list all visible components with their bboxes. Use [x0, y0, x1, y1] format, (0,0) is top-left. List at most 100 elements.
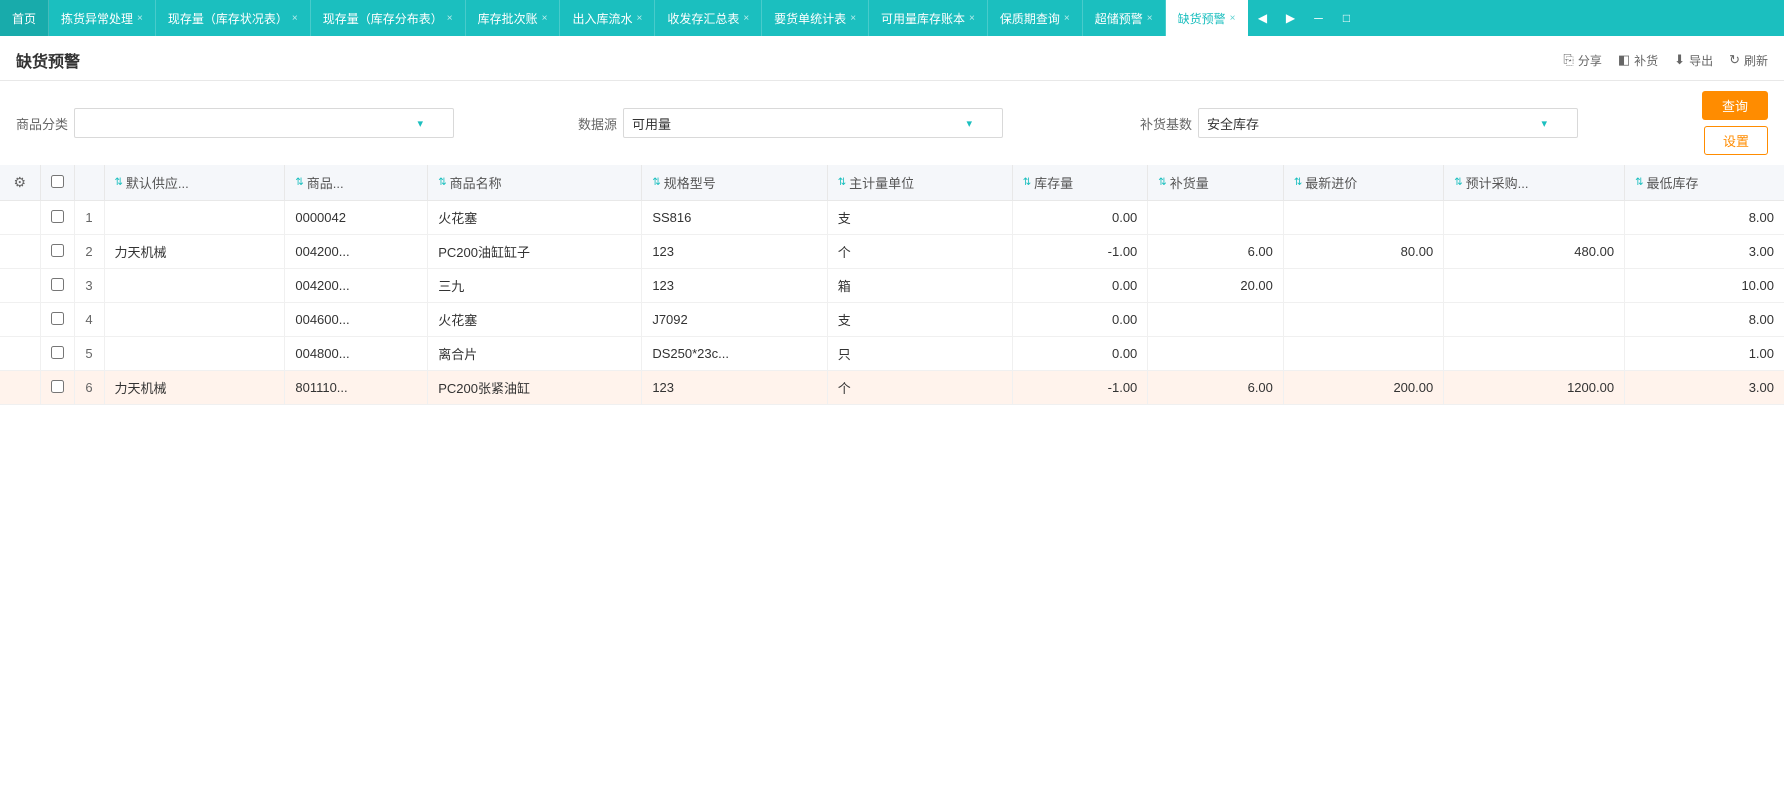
td-replenish [1148, 337, 1284, 371]
td-product-code: 004800... [285, 337, 428, 371]
export-icon: ⬇ [1674, 52, 1685, 68]
td-gear [0, 337, 40, 371]
tab-inout-flow[interactable]: 出入库流水 × [560, 0, 655, 36]
tab-bar: 首页 拣货异常处理 × 现存量（库存状况表） × 现存量（库存分布表） × 库存… [0, 0, 1784, 36]
close-icon[interactable]: × [850, 13, 856, 24]
sort-icon: ⇅ [295, 177, 303, 188]
replenish-button[interactable]: ◧ 补货 [1618, 52, 1658, 69]
td-unit: 支 [827, 303, 1012, 337]
gear-icon[interactable]: ⚙ [13, 174, 26, 190]
tab-minimize-button[interactable]: － [1304, 0, 1332, 36]
share-button[interactable]: ⎘ 分享 [1563, 52, 1601, 69]
datasource-filter: 数据源 可用量 ▾ [578, 108, 1140, 138]
td-latest-price [1283, 201, 1443, 235]
th-stock[interactable]: ⇅ 库存量 [1012, 165, 1148, 201]
td-product-code: 004600... [285, 303, 428, 337]
tab-expiry-query[interactable]: 保质期查询 × [988, 0, 1083, 36]
td-estimated-purchase: 480.00 [1444, 235, 1625, 269]
row-checkbox[interactable] [51, 312, 64, 325]
row-checkbox[interactable] [51, 210, 64, 223]
row-checkbox[interactable] [51, 380, 64, 393]
td-checkbox [40, 235, 74, 269]
td-checkbox [40, 303, 74, 337]
page-header: 缺货预警 ⎘ 分享 ◧ 补货 ⬇ 导出 ↻ 刷新 [0, 36, 1784, 81]
replenish-base-label: 补货基数 [1140, 114, 1192, 133]
close-icon[interactable]: × [447, 13, 453, 24]
close-icon[interactable]: × [969, 13, 975, 24]
tab-next-button[interactable]: ▶ [1276, 0, 1304, 36]
export-button[interactable]: ⬇ 导出 [1674, 52, 1713, 69]
tab-overstock[interactable]: 超储预警 × [1083, 0, 1166, 36]
td-stock: 0.00 [1012, 337, 1148, 371]
td-gear [0, 303, 40, 337]
th-supplier[interactable]: ⇅ 默认供应... [104, 165, 285, 201]
close-icon[interactable]: × [137, 13, 143, 24]
td-min-stock: 3.00 [1625, 371, 1784, 405]
tab-batch[interactable]: 库存批次账 × [466, 0, 561, 36]
close-icon[interactable]: × [292, 13, 298, 24]
replenish-base-select[interactable]: 安全库存 ▾ [1198, 108, 1578, 138]
td-spec: 123 [642, 235, 827, 269]
th-spec[interactable]: ⇅ 规格型号 [642, 165, 827, 201]
close-icon[interactable]: × [542, 13, 548, 24]
main-content: 缺货预警 ⎘ 分享 ◧ 补货 ⬇ 导出 ↻ 刷新 商品分类 [0, 36, 1784, 796]
close-icon[interactable]: × [743, 13, 749, 24]
table-header-row: ⚙ ⇅ 默认供应... ⇅ 商 [0, 165, 1784, 201]
td-latest-price: 200.00 [1283, 371, 1443, 405]
td-stock: 0.00 [1012, 303, 1148, 337]
th-product-name[interactable]: ⇅ 商品名称 [428, 165, 642, 201]
category-filter: 商品分类 ▾ [16, 108, 578, 138]
table-row: 5 004800... 离合片 DS250*23c... 只 0.00 1.00 [0, 337, 1784, 371]
td-product-name: 火花塞 [428, 303, 642, 337]
td-unit: 支 [827, 201, 1012, 235]
tab-shortage[interactable]: 缺货预警 × [1166, 0, 1249, 36]
tab-prev-button[interactable]: ◀ [1248, 0, 1276, 36]
category-select[interactable]: ▾ [74, 108, 454, 138]
th-gear: ⚙ [0, 165, 40, 201]
close-icon[interactable]: × [636, 13, 642, 24]
tab-home[interactable]: 首页 [0, 0, 49, 36]
refresh-button[interactable]: ↻ 刷新 [1729, 52, 1768, 69]
row-checkbox[interactable] [51, 278, 64, 291]
tab-available-ledger[interactable]: 可用量库存账本 × [869, 0, 988, 36]
close-icon[interactable]: × [1147, 13, 1153, 24]
th-unit[interactable]: ⇅ 主计量单位 [827, 165, 1012, 201]
settings-button[interactable]: 设置 [1704, 126, 1768, 155]
row-checkbox[interactable] [51, 346, 64, 359]
tab-order-stat[interactable]: 要货单统计表 × [762, 0, 869, 36]
td-replenish: 20.00 [1148, 269, 1284, 303]
select-all-checkbox[interactable] [51, 175, 64, 188]
tab-inventory-dist[interactable]: 现存量（库存分布表） × [311, 0, 466, 36]
th-replenish[interactable]: ⇅ 补货量 [1148, 165, 1284, 201]
td-product-name: PC200张紧油缸 [428, 371, 642, 405]
td-product-code: 801110... [285, 371, 428, 405]
table-body: 1 0000042 火花塞 SS816 支 0.00 8.00 2 力天机械 0… [0, 201, 1784, 405]
sort-icon: ⇅ [115, 177, 123, 188]
tab-maximize-button[interactable]: □ [1332, 0, 1360, 36]
query-button[interactable]: 查询 [1702, 91, 1768, 120]
td-latest-price [1283, 337, 1443, 371]
tab-inventory-status[interactable]: 现存量（库存状况表） × [156, 0, 311, 36]
close-icon[interactable]: × [1230, 13, 1236, 24]
th-min-stock[interactable]: ⇅ 最低库存 [1625, 165, 1784, 201]
replenish-base-value: 安全库存 [1207, 114, 1259, 133]
row-checkbox[interactable] [51, 244, 64, 257]
td-min-stock: 8.00 [1625, 303, 1784, 337]
td-supplier [104, 269, 285, 303]
close-icon[interactable]: × [1064, 13, 1070, 24]
td-unit: 只 [827, 337, 1012, 371]
th-estimated-purchase[interactable]: ⇅ 预计采购... [1444, 165, 1625, 201]
td-min-stock: 1.00 [1625, 337, 1784, 371]
replenish-icon: ◧ [1618, 52, 1630, 68]
td-checkbox [40, 269, 74, 303]
datasource-select[interactable]: 可用量 ▾ [623, 108, 1003, 138]
td-replenish [1148, 201, 1284, 235]
th-latest-price[interactable]: ⇅ 最新进价 [1283, 165, 1443, 201]
td-estimated-purchase [1444, 269, 1625, 303]
th-product-code[interactable]: ⇅ 商品... [285, 165, 428, 201]
td-product-name: 火花塞 [428, 201, 642, 235]
datasource-arrow-icon: ▾ [966, 117, 972, 130]
tab-exception[interactable]: 拣货异常处理 × [49, 0, 156, 36]
tab-receive-summary[interactable]: 收发存汇总表 × [655, 0, 762, 36]
table-row: 3 004200... 三九 123 箱 0.00 20.00 10.00 [0, 269, 1784, 303]
